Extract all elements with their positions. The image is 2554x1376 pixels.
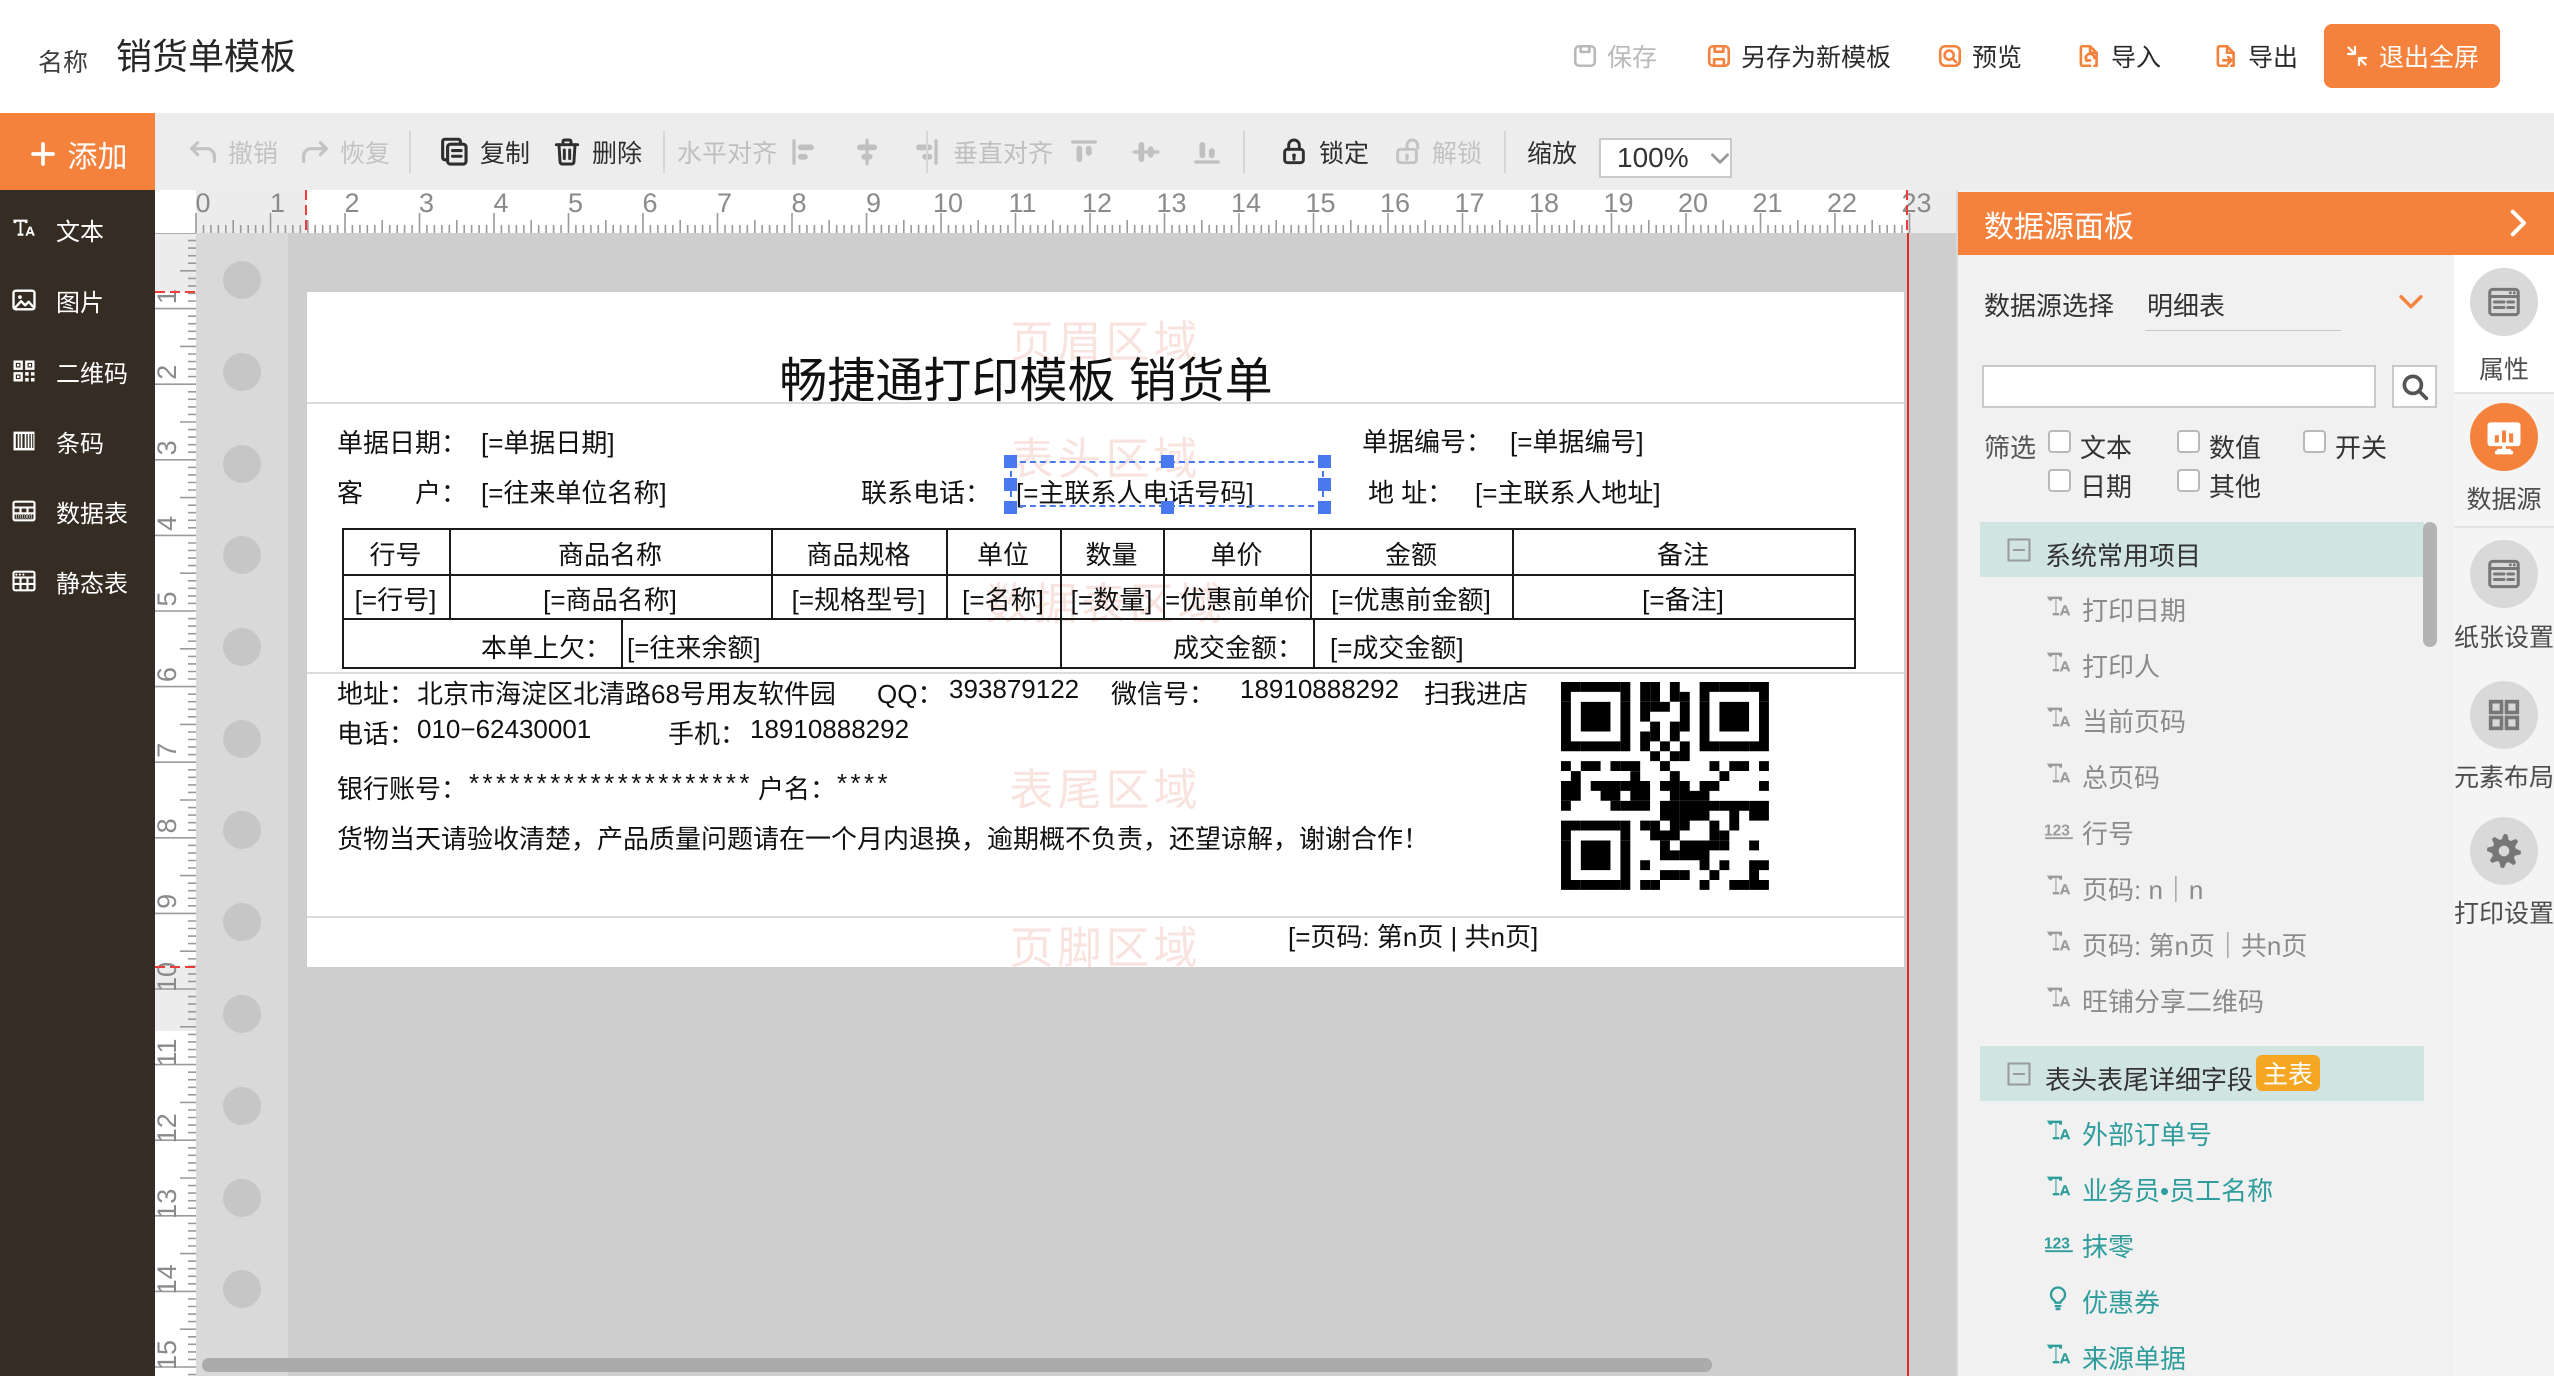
svg-text:4: 4 bbox=[155, 516, 182, 531]
svg-text:9: 9 bbox=[155, 894, 182, 909]
svg-text:14: 14 bbox=[155, 1264, 182, 1294]
svg-text:1: 1 bbox=[270, 190, 285, 218]
svg-text:101001: 101001 bbox=[15, 515, 33, 521]
svg-text:13: 13 bbox=[155, 1189, 182, 1219]
svg-text:7: 7 bbox=[155, 743, 182, 758]
svg-text:16: 16 bbox=[1380, 190, 1410, 218]
svg-text:8: 8 bbox=[791, 190, 806, 218]
svg-text:13: 13 bbox=[1156, 190, 1186, 218]
svg-text:2: 2 bbox=[155, 365, 182, 380]
svg-text:10: 10 bbox=[933, 190, 963, 218]
svg-text:123: 123 bbox=[2044, 1235, 2070, 1252]
svg-text:5: 5 bbox=[155, 591, 182, 606]
svg-text:17: 17 bbox=[1454, 190, 1484, 218]
svg-text:15: 15 bbox=[1305, 190, 1335, 218]
svg-text:3: 3 bbox=[155, 440, 182, 455]
svg-text:6: 6 bbox=[642, 190, 657, 218]
svg-text:11: 11 bbox=[155, 1039, 182, 1067]
svg-text:6: 6 bbox=[155, 667, 182, 682]
svg-text:22: 22 bbox=[1827, 190, 1857, 218]
svg-text:11: 11 bbox=[1008, 190, 1036, 218]
svg-text:12: 12 bbox=[155, 1113, 182, 1143]
svg-text:123: 123 bbox=[2044, 822, 2070, 839]
svg-text:4: 4 bbox=[493, 190, 508, 218]
svg-text:12: 12 bbox=[1082, 190, 1112, 218]
svg-text:8: 8 bbox=[155, 818, 182, 833]
svg-text:20: 20 bbox=[1678, 190, 1708, 218]
svg-text:19: 19 bbox=[1603, 190, 1633, 218]
svg-text:3: 3 bbox=[419, 190, 434, 218]
svg-text:9: 9 bbox=[866, 190, 881, 218]
svg-text:5: 5 bbox=[568, 190, 583, 218]
svg-text:7: 7 bbox=[717, 190, 732, 218]
svg-text:14: 14 bbox=[1231, 190, 1261, 218]
svg-text:15: 15 bbox=[155, 1340, 182, 1370]
svg-text:0: 0 bbox=[195, 190, 210, 218]
svg-text:18: 18 bbox=[1529, 190, 1559, 218]
svg-text:2: 2 bbox=[344, 190, 359, 218]
svg-text:23: 23 bbox=[1901, 190, 1931, 218]
svg-text:21: 21 bbox=[1752, 190, 1782, 218]
